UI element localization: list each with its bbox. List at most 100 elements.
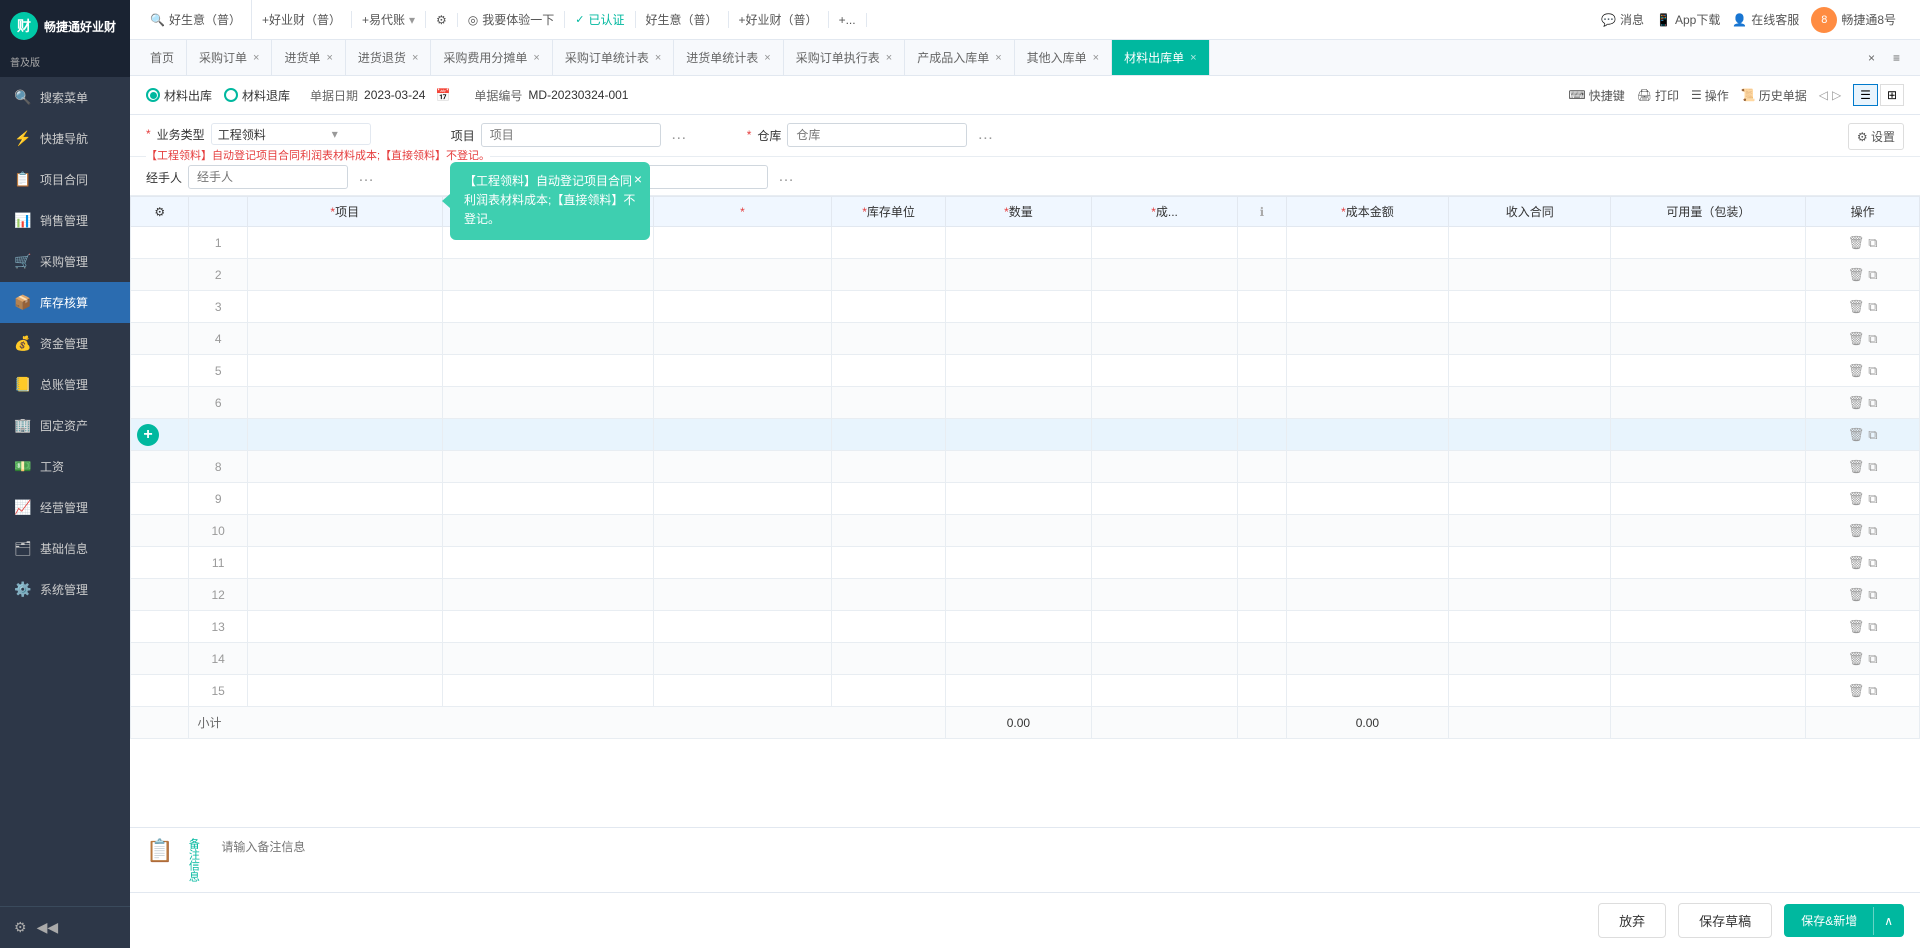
save-new-label[interactable]: 保存&新增 [1785, 905, 1873, 936]
row-project[interactable] [247, 387, 442, 419]
tooltip-close-btn[interactable]: × [634, 168, 642, 190]
copy-icon[interactable]: ⧉ [1868, 683, 1877, 699]
copy-icon[interactable]: ⧉ [1868, 651, 1877, 667]
row-unit[interactable] [832, 259, 946, 291]
sidebar-item-system[interactable]: ⚙️ 系统管理 [0, 569, 130, 610]
copy-row-icon[interactable]: ⧉ [1868, 427, 1877, 443]
row-income-contract[interactable] [1449, 419, 1611, 451]
delete-icon[interactable]: 🗑 [1848, 587, 1865, 603]
copy-row-icon[interactable]: ⧉ [1868, 235, 1877, 251]
split-arrow-icon[interactable]: ∧ [1873, 907, 1903, 935]
delete-icon[interactable]: 🗑 [1848, 523, 1865, 539]
row-material[interactable] [442, 259, 653, 291]
tab-close-icon[interactable]: × [886, 52, 892, 64]
tab-home[interactable]: 首页 [138, 40, 187, 76]
row-income-contract[interactable] [1449, 323, 1611, 355]
nav-more[interactable]: +... [829, 13, 867, 27]
row-available[interactable] [1611, 259, 1806, 291]
nav-message[interactable]: 💬 消息 [1601, 11, 1644, 28]
grid-view-btn[interactable]: ⊞ [1880, 84, 1904, 106]
row-qty[interactable] [945, 259, 1091, 291]
tab-close-icon[interactable]: × [253, 52, 259, 64]
sidebar-item-sales[interactable]: 📊 销售管理 [0, 200, 130, 241]
copy-icon[interactable]: ⧉ [1868, 459, 1877, 475]
delete-row-icon[interactable]: 🗑 [1848, 363, 1865, 379]
delete-icon[interactable]: 🗑 [1848, 491, 1865, 507]
row-cost[interactable] [1091, 323, 1237, 355]
save-new-button[interactable]: 保存&新增 ∧ [1784, 904, 1904, 937]
collapse-icon[interactable]: ◀◀ [37, 919, 59, 936]
copy-row-icon[interactable]: ⧉ [1868, 363, 1877, 379]
row-spec[interactable] [653, 291, 832, 323]
row-input-cell2[interactable] [247, 419, 442, 451]
nav-haoshengyi2[interactable]: 好生意（普） [636, 11, 729, 28]
row-qty[interactable] [945, 355, 1091, 387]
sidebar-item-ledger[interactable]: 📒 总账管理 [0, 364, 130, 405]
tab-other-storage[interactable]: 其他入库单 × [1015, 40, 1112, 76]
row-income-contract[interactable] [1449, 355, 1611, 387]
tab-purchase-exec[interactable]: 采购订单执行表 × [784, 40, 905, 76]
project-ellipsis[interactable]: … [671, 126, 687, 144]
warehouse-input[interactable] [787, 123, 967, 147]
row-project[interactable] [247, 259, 442, 291]
row-unit[interactable] [832, 355, 946, 387]
prev-page-icon[interactable]: ◁ [1819, 88, 1828, 102]
tab-incoming[interactable]: 进货单 × [272, 40, 345, 76]
tab-close-all[interactable]: × [1862, 47, 1881, 69]
sidebar-item-search[interactable]: 🔍 搜索菜单 [0, 77, 130, 118]
tab-close-icon[interactable]: × [412, 52, 418, 64]
row-qty[interactable] [945, 323, 1091, 355]
delete-row-icon[interactable]: 🗑 [1848, 299, 1865, 315]
delete-row-icon[interactable]: 🗑 [1848, 267, 1865, 283]
nav-experience[interactable]: ◎ 我要体验一下 [458, 11, 566, 28]
row-cost[interactable] [1091, 419, 1237, 451]
row-material[interactable] [442, 387, 653, 419]
delete-icon[interactable]: 🗑 [1848, 555, 1865, 571]
delete-icon[interactable]: 🗑 [1848, 619, 1865, 635]
copy-icon[interactable]: ⧉ [1868, 491, 1877, 507]
row-spec[interactable] [653, 355, 832, 387]
copy-row-icon[interactable]: ⧉ [1868, 267, 1877, 283]
nav-verified[interactable]: ✓ 已认证 [565, 11, 635, 28]
sidebar-item-quick-nav[interactable]: ⚡ 快捷导航 [0, 118, 130, 159]
operation-btn[interactable]: ☰ 操作 [1691, 87, 1729, 104]
nav-app-download[interactable]: 📱 App下载 [1656, 11, 1720, 28]
tab-purchase-stat[interactable]: 采购订单统计表 × [553, 40, 674, 76]
handler-ellipsis[interactable]: … [358, 168, 374, 186]
row-project[interactable] [247, 227, 442, 259]
row-project[interactable] [247, 323, 442, 355]
tab-close-icon[interactable]: × [1093, 52, 1099, 64]
row-available[interactable] [1611, 227, 1806, 259]
row-cost-amt[interactable] [1286, 291, 1448, 323]
copy-row-icon[interactable]: ⧉ [1868, 395, 1877, 411]
tab-product-storage[interactable]: 产成品入库单 × [905, 40, 1014, 76]
delete-row-icon[interactable]: 🗑 [1848, 427, 1865, 443]
row-qty[interactable] [945, 419, 1091, 451]
row-unit[interactable] [832, 227, 946, 259]
sidebar-item-finance[interactable]: 💰 资金管理 [0, 323, 130, 364]
row-material[interactable] [442, 323, 653, 355]
tab-close-icon[interactable]: × [764, 52, 770, 64]
history-btn[interactable]: 📜 历史单据 [1741, 87, 1807, 104]
row-available[interactable] [1611, 323, 1806, 355]
tab-close-icon[interactable]: × [655, 52, 661, 64]
row-available[interactable] [1611, 387, 1806, 419]
sidebar-item-operation[interactable]: 📈 经营管理 [0, 487, 130, 528]
row-spec[interactable] [653, 387, 832, 419]
row-spec[interactable] [653, 323, 832, 355]
row-material[interactable] [442, 355, 653, 387]
user-profile[interactable]: 8 畅捷通8号 [1811, 7, 1896, 33]
project-input[interactable] [481, 123, 661, 147]
row-income-contract[interactable] [1449, 291, 1611, 323]
row-income-contract[interactable] [1449, 259, 1611, 291]
shortcut-btn[interactable]: ⌨ 快捷键 [1568, 87, 1624, 104]
tab-incoming-stat[interactable]: 进货单统计表 × [674, 40, 783, 76]
row-income-contract[interactable] [1449, 227, 1611, 259]
row-unit[interactable] [832, 387, 946, 419]
nav-haoyecai[interactable]: +好业财（普） [252, 11, 352, 28]
row-available[interactable] [1611, 419, 1806, 451]
copy-icon[interactable]: ⧉ [1868, 619, 1877, 635]
tab-menu[interactable]: ≡ [1887, 47, 1906, 69]
row-qty[interactable] [945, 291, 1091, 323]
remarks-textarea[interactable] [221, 838, 1904, 878]
